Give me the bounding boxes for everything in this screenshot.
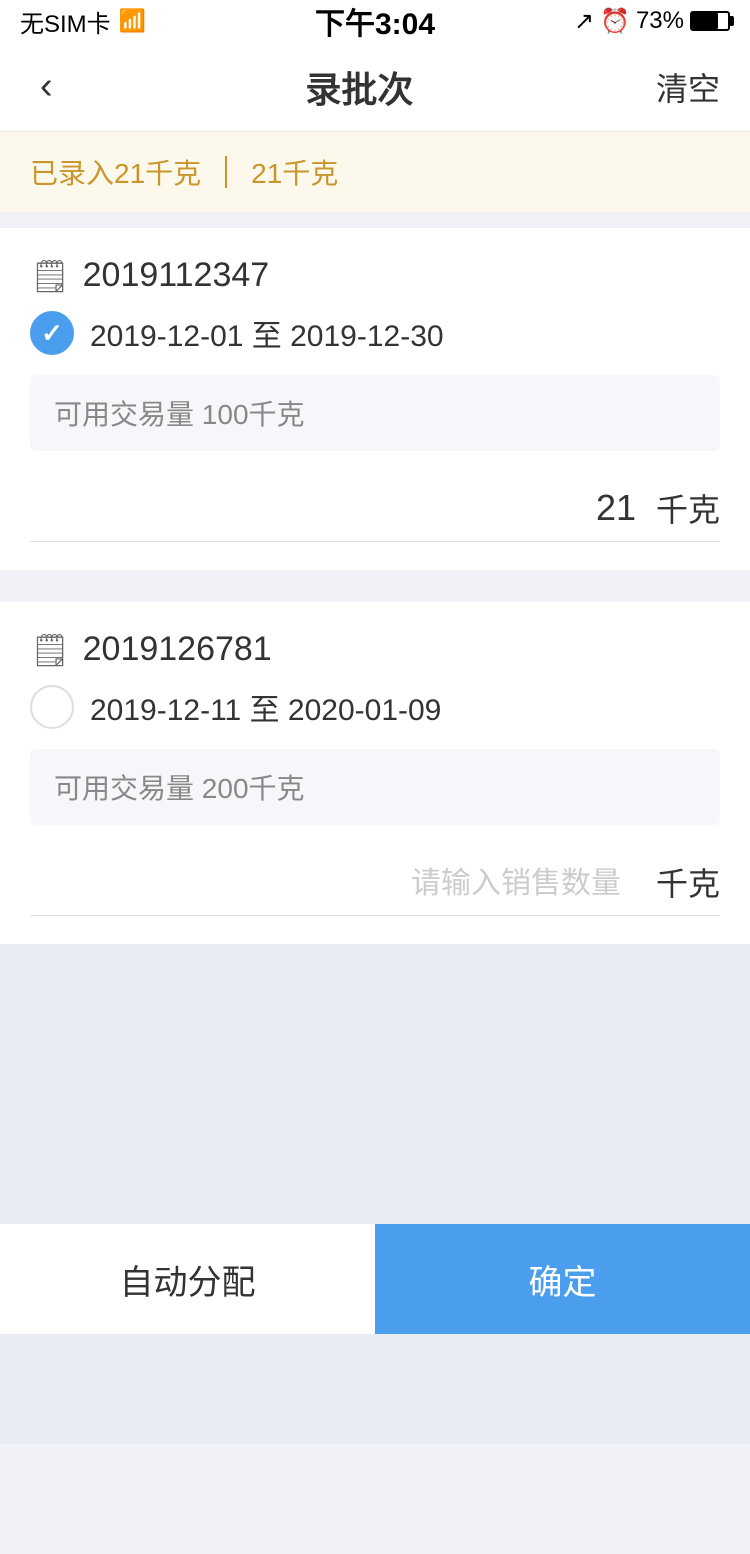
batch-header-1: 🗒 2019112347 xyxy=(30,256,720,295)
wifi-icon: 📶 xyxy=(119,8,146,34)
batch-date-row-1[interactable]: 2019-12-01 至 2019-12-30 xyxy=(30,311,720,355)
batch-header-2: 🗒 2019126781 xyxy=(30,630,720,669)
summary-value: 21千克 xyxy=(251,152,338,192)
batch-card-1: 🗒 2019112347 2019-12-01 至 2019-12-30 可用交… xyxy=(0,228,750,570)
empty-area xyxy=(0,944,750,1444)
availability-box-1: 可用交易量 100千克 xyxy=(30,375,720,451)
availability-value-1: 100千克 xyxy=(202,399,305,430)
availability-label-2: 可用交易量 xyxy=(54,773,194,804)
battery-percent: 73% xyxy=(636,7,684,35)
batch-date-2: 2019-12-11 至 2020-01-09 xyxy=(90,685,441,729)
auto-distribute-button[interactable]: 自动分配 xyxy=(0,1224,375,1334)
status-left: 无SIM卡 📶 xyxy=(20,4,146,39)
unit-label-2: 千克 xyxy=(656,859,720,905)
availability-box-2: 可用交易量 200千克 xyxy=(30,749,720,825)
availability-text-1: 可用交易量 100千克 xyxy=(54,399,305,430)
nav-bar: ‹ 录批次 清空 xyxy=(0,42,750,132)
batch-icon-1: 🗒 xyxy=(30,257,71,295)
batch-date-row-2[interactable]: 2019-12-11 至 2020-01-09 xyxy=(30,685,720,729)
availability-text-2: 可用交易量 200千克 xyxy=(54,773,305,804)
batch-number-1: 2019112347 xyxy=(83,256,270,295)
status-right: ↗ ⏰ 73% xyxy=(574,7,730,36)
back-button[interactable]: ‹ xyxy=(30,55,63,118)
batch-card-2: 🗒 2019126781 2019-12-11 至 2020-01-09 可用交… xyxy=(0,602,750,944)
summary-banner: 已录入21千克 21千克 xyxy=(0,132,750,212)
radio-button-2[interactable] xyxy=(30,685,74,729)
page-title: 录批次 xyxy=(305,61,413,113)
radio-button-1[interactable] xyxy=(30,311,74,355)
clock-icon: ⏰ xyxy=(600,7,630,36)
availability-value-2: 200千克 xyxy=(202,773,305,804)
location-icon: ↗ xyxy=(574,7,594,36)
clear-button[interactable]: 清空 xyxy=(656,64,720,110)
confirm-button[interactable]: 确定 xyxy=(375,1224,750,1334)
quantity-input-2[interactable] xyxy=(336,864,636,901)
bottom-bar: 自动分配 确定 xyxy=(0,1224,750,1334)
quantity-row-1: 21 千克 xyxy=(30,475,720,542)
quantity-value-1: 21 xyxy=(596,487,636,529)
batch-date-1: 2019-12-01 至 2019-12-30 xyxy=(90,311,444,355)
batch-number-2: 2019126781 xyxy=(83,630,272,669)
card-separator xyxy=(0,570,750,586)
time-display: 下午3:04 xyxy=(315,0,435,43)
quantity-unit-1: 千克 xyxy=(656,485,720,531)
batch-icon-2: 🗒 xyxy=(30,631,71,669)
input-row-2: 千克 xyxy=(30,849,720,916)
availability-label-1: 可用交易量 xyxy=(54,399,194,430)
summary-divider xyxy=(225,156,227,188)
content-area: 已录入21千克 21千克 🗒 2019112347 2019-12-01 至 2… xyxy=(0,132,750,1554)
carrier-text: 无SIM卡 xyxy=(20,4,111,39)
summary-label: 已录入21千克 xyxy=(30,152,201,192)
battery-icon xyxy=(690,11,730,31)
status-bar: 无SIM卡 📶 下午3:04 ↗ ⏰ 73% xyxy=(0,0,750,42)
